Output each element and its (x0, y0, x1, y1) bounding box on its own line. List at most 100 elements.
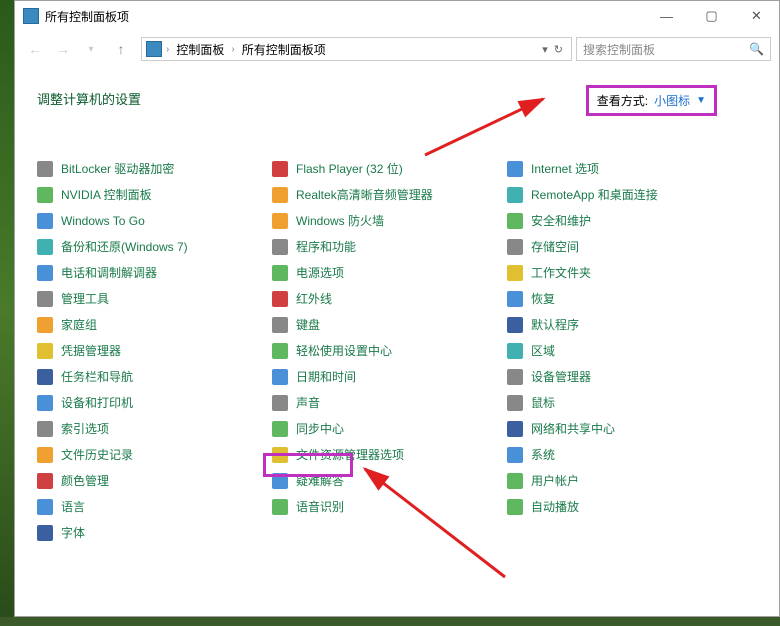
item-label: Internet 选项 (531, 160, 599, 177)
control-panel-item[interactable]: 自动播放 (507, 498, 742, 515)
item-label: 鼠标 (531, 394, 555, 411)
up-button[interactable]: ↑ (109, 37, 133, 61)
control-panel-item[interactable]: 语音识别 (272, 498, 507, 515)
item-icon (37, 447, 53, 463)
item-label: 安全和维护 (531, 212, 591, 229)
control-panel-item[interactable]: 设备和打印机 (37, 394, 272, 411)
control-panel-item[interactable]: 轻松使用设置中心 (272, 342, 507, 359)
item-label: Windows 防火墙 (296, 212, 384, 229)
control-panel-item[interactable]: 区域 (507, 342, 742, 359)
item-icon (272, 369, 288, 385)
maximize-button[interactable]: ▢ (689, 1, 734, 31)
item-label: 任务栏和导航 (61, 368, 133, 385)
control-panel-item[interactable]: 红外线 (272, 290, 507, 307)
item-icon (507, 265, 523, 281)
item-icon (507, 447, 523, 463)
control-panel-item[interactable]: Windows To Go (37, 212, 272, 229)
control-panel-item[interactable]: 程序和功能 (272, 238, 507, 255)
control-panel-item[interactable]: 备份和还原(Windows 7) (37, 238, 272, 255)
control-panel-item[interactable]: 电源选项 (272, 264, 507, 281)
control-panel-item[interactable]: 任务栏和导航 (37, 368, 272, 385)
content-area: 调整计算机的设置 查看方式: 小图标 ▼ BitLocker 驱动器加密NVID… (15, 67, 779, 541)
breadcrumb-item[interactable]: 所有控制面板项 (239, 41, 329, 58)
control-panel-item[interactable]: 文件资源管理器选项 (272, 446, 507, 463)
item-icon (272, 239, 288, 255)
item-label: 用户帐户 (531, 472, 579, 489)
item-icon (507, 213, 523, 229)
item-icon (507, 473, 523, 489)
item-label: 声音 (296, 394, 320, 411)
view-by-value[interactable]: 小图标 (654, 92, 690, 109)
control-panel-item[interactable]: 文件历史记录 (37, 446, 272, 463)
breadcrumb-item[interactable]: 控制面板 (173, 41, 227, 58)
app-icon (23, 8, 39, 24)
control-panel-item[interactable]: 工作文件夹 (507, 264, 742, 281)
control-panel-item[interactable]: 字体 (37, 524, 272, 541)
item-label: 网络和共享中心 (531, 420, 615, 437)
address-dropdown-icon[interactable]: ▾ (542, 43, 548, 56)
view-by-selector[interactable]: 查看方式: 小图标 ▼ (586, 85, 717, 116)
minimize-button[interactable]: — (644, 1, 689, 31)
control-panel-item[interactable]: Flash Player (32 位) (272, 160, 507, 177)
item-label: 语音识别 (296, 498, 344, 515)
recent-dropdown[interactable]: ▾ (79, 37, 103, 61)
item-icon (272, 213, 288, 229)
refresh-icon[interactable]: ↻ (554, 43, 563, 56)
item-label: 颜色管理 (61, 472, 109, 489)
forward-button[interactable]: → (51, 37, 75, 61)
control-panel-item[interactable]: RemoteApp 和桌面连接 (507, 186, 742, 203)
item-label: 同步中心 (296, 420, 344, 437)
control-panel-item[interactable]: 鼠标 (507, 394, 742, 411)
item-label: 工作文件夹 (531, 264, 591, 281)
item-icon (37, 187, 53, 203)
control-panel-item[interactable]: 管理工具 (37, 290, 272, 307)
item-icon (507, 161, 523, 177)
control-panel-item[interactable]: 用户帐户 (507, 472, 742, 489)
control-panel-item[interactable]: 安全和维护 (507, 212, 742, 229)
control-panel-item[interactable]: 颜色管理 (37, 472, 272, 489)
item-label: 自动播放 (531, 498, 579, 515)
item-icon (507, 369, 523, 385)
item-icon (37, 291, 53, 307)
control-panel-item[interactable]: 存储空间 (507, 238, 742, 255)
control-panel-item[interactable]: 网络和共享中心 (507, 420, 742, 437)
address-bar[interactable]: › 控制面板 › 所有控制面板项 ▾ ↻ (141, 37, 572, 61)
item-label: 家庭组 (61, 316, 97, 333)
control-panel-item[interactable]: 键盘 (272, 316, 507, 333)
item-icon (37, 395, 53, 411)
control-panel-item[interactable]: Realtek高清晰音频管理器 (272, 186, 507, 203)
control-panel-item[interactable]: 家庭组 (37, 316, 272, 333)
item-icon (272, 395, 288, 411)
item-icon (37, 213, 53, 229)
control-panel-item[interactable]: 声音 (272, 394, 507, 411)
control-panel-item[interactable]: 设备管理器 (507, 368, 742, 385)
control-panel-item[interactable]: 电话和调制解调器 (37, 264, 272, 281)
back-button[interactable]: ← (23, 37, 47, 61)
control-panel-item[interactable]: 疑难解答 (272, 472, 507, 489)
control-panel-item[interactable]: 恢复 (507, 290, 742, 307)
search-icon[interactable]: 🔍 (749, 42, 764, 56)
control-panel-item[interactable]: 同步中心 (272, 420, 507, 437)
search-box[interactable]: 搜索控制面板 🔍 (576, 37, 771, 61)
title-bar: 所有控制面板项 — ▢ ✕ (15, 1, 779, 31)
item-label: 管理工具 (61, 290, 109, 307)
control-panel-item[interactable]: NVIDIA 控制面板 (37, 186, 272, 203)
control-panel-item[interactable]: 语言 (37, 498, 272, 515)
item-icon (507, 395, 523, 411)
item-icon (507, 187, 523, 203)
control-panel-item[interactable]: 索引选项 (37, 420, 272, 437)
control-panel-item[interactable]: 日期和时间 (272, 368, 507, 385)
control-panel-item[interactable]: 默认程序 (507, 316, 742, 333)
item-icon (37, 317, 53, 333)
item-icon (37, 161, 53, 177)
item-label: 日期和时间 (296, 368, 356, 385)
control-panel-item[interactable]: Internet 选项 (507, 160, 742, 177)
control-panel-item[interactable]: 系统 (507, 446, 742, 463)
close-button[interactable]: ✕ (734, 1, 779, 31)
control-panel-item[interactable]: BitLocker 驱动器加密 (37, 160, 272, 177)
item-icon (507, 343, 523, 359)
item-label: 文件资源管理器选项 (296, 446, 404, 463)
window-controls: — ▢ ✕ (644, 1, 779, 31)
control-panel-item[interactable]: 凭据管理器 (37, 342, 272, 359)
control-panel-item[interactable]: Windows 防火墙 (272, 212, 507, 229)
